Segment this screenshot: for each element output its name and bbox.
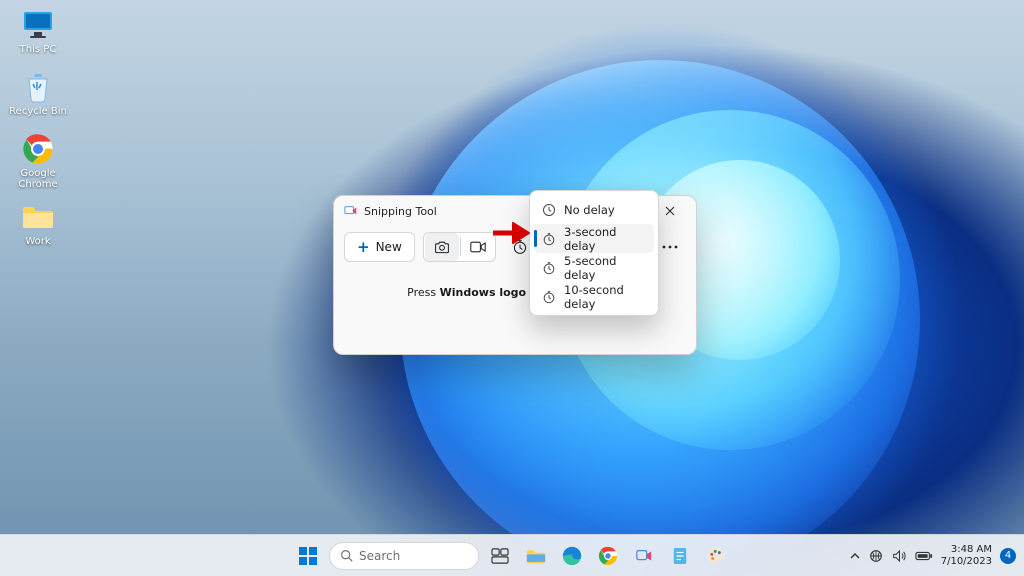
taskbar-center: Search bbox=[293, 541, 731, 571]
notification-badge[interactable]: 4 bbox=[1000, 548, 1016, 564]
ethernet-icon bbox=[868, 549, 884, 563]
clock-time: 3:48 AM bbox=[941, 544, 992, 556]
ellipsis-icon bbox=[662, 245, 678, 249]
new-snip-label: New bbox=[376, 240, 402, 254]
capture-mode-group bbox=[423, 232, 496, 262]
search-icon bbox=[340, 549, 353, 562]
recycle-bin-icon bbox=[21, 70, 55, 104]
taskbar-app-chrome[interactable] bbox=[593, 541, 623, 571]
delay-option-10s[interactable]: 10-second delay bbox=[534, 282, 654, 311]
delay-option-label: 10-second delay bbox=[564, 283, 646, 311]
delay-option-3s[interactable]: 3-second delay bbox=[534, 224, 654, 253]
hint-prefix: Press bbox=[407, 286, 439, 299]
tray-volume-icon[interactable] bbox=[892, 549, 907, 563]
taskbar-app-paint[interactable] bbox=[701, 541, 731, 571]
clock-icon bbox=[542, 203, 556, 217]
monitor-icon bbox=[21, 8, 55, 42]
desktop-icon-label: This PC bbox=[8, 44, 68, 55]
chevron-up-icon bbox=[850, 551, 860, 561]
task-view-button[interactable] bbox=[485, 541, 515, 571]
chrome-icon bbox=[598, 546, 618, 566]
clock-date: 7/10/2023 bbox=[941, 556, 992, 568]
desktop-icon-this-pc[interactable]: This PC bbox=[8, 8, 68, 55]
window-title: Snipping Tool bbox=[364, 205, 437, 218]
delay-option-label: 5-second delay bbox=[564, 254, 646, 282]
tray-overflow-button[interactable] bbox=[850, 551, 860, 561]
desktop-icon-label: Work bbox=[8, 236, 68, 247]
taskbar-clock[interactable]: 3:48 AM 7/10/2023 bbox=[941, 544, 992, 567]
new-snip-button[interactable]: + New bbox=[344, 232, 415, 262]
desktop[interactable]: This PC Recycle Bin Google Chrome Work S… bbox=[0, 0, 1024, 576]
file-explorer-icon bbox=[526, 548, 546, 564]
windows-logo-icon bbox=[298, 546, 318, 566]
taskbar-right: 3:48 AM 7/10/2023 4 bbox=[850, 544, 1016, 567]
edge-icon bbox=[562, 546, 582, 566]
timer-icon bbox=[542, 232, 556, 246]
desktop-icon-chrome[interactable]: Google Chrome bbox=[8, 132, 68, 190]
taskbar-app-explorer[interactable] bbox=[521, 541, 551, 571]
desktop-icon-label: Google Chrome bbox=[8, 168, 68, 190]
delay-option-label: 3-second delay bbox=[564, 225, 646, 253]
delay-option-5s[interactable]: 5-second delay bbox=[534, 253, 654, 282]
video-icon bbox=[470, 241, 486, 253]
snipping-tool-icon bbox=[344, 204, 358, 218]
task-view-icon bbox=[491, 548, 509, 564]
snipping-tool-icon bbox=[635, 547, 653, 565]
desktop-icon-work-folder[interactable]: Work bbox=[8, 200, 68, 247]
notepad-icon bbox=[672, 546, 688, 566]
desktop-icon-label: Recycle Bin bbox=[8, 106, 68, 117]
timer-icon bbox=[542, 290, 556, 304]
camera-icon bbox=[434, 240, 450, 254]
start-button[interactable] bbox=[293, 541, 323, 571]
chrome-icon bbox=[21, 132, 55, 166]
speaker-icon bbox=[892, 549, 907, 563]
taskbar-app-edge[interactable] bbox=[557, 541, 587, 571]
battery-icon bbox=[915, 551, 933, 561]
taskbar-app-snipping-tool[interactable] bbox=[629, 541, 659, 571]
delay-option-label: No delay bbox=[564, 203, 615, 217]
folder-icon bbox=[21, 200, 55, 234]
delay-option-none[interactable]: No delay bbox=[534, 195, 654, 224]
tray-network-icon[interactable] bbox=[868, 549, 884, 563]
timer-icon bbox=[542, 261, 556, 275]
annotation-arrow bbox=[491, 220, 531, 246]
search-placeholder: Search bbox=[359, 549, 400, 563]
tray-battery-icon[interactable] bbox=[915, 551, 933, 561]
desktop-icon-recycle-bin[interactable]: Recycle Bin bbox=[8, 70, 68, 117]
taskbar-app-notepad[interactable] bbox=[665, 541, 695, 571]
paint-icon bbox=[706, 546, 726, 566]
taskbar-search[interactable]: Search bbox=[329, 542, 479, 570]
taskbar: Search bbox=[0, 534, 1024, 576]
record-mode-button[interactable] bbox=[461, 233, 495, 261]
delay-dropdown: No delay 3-second delay 5-second delay 1… bbox=[529, 190, 659, 316]
screenshot-mode-button[interactable] bbox=[425, 233, 459, 261]
